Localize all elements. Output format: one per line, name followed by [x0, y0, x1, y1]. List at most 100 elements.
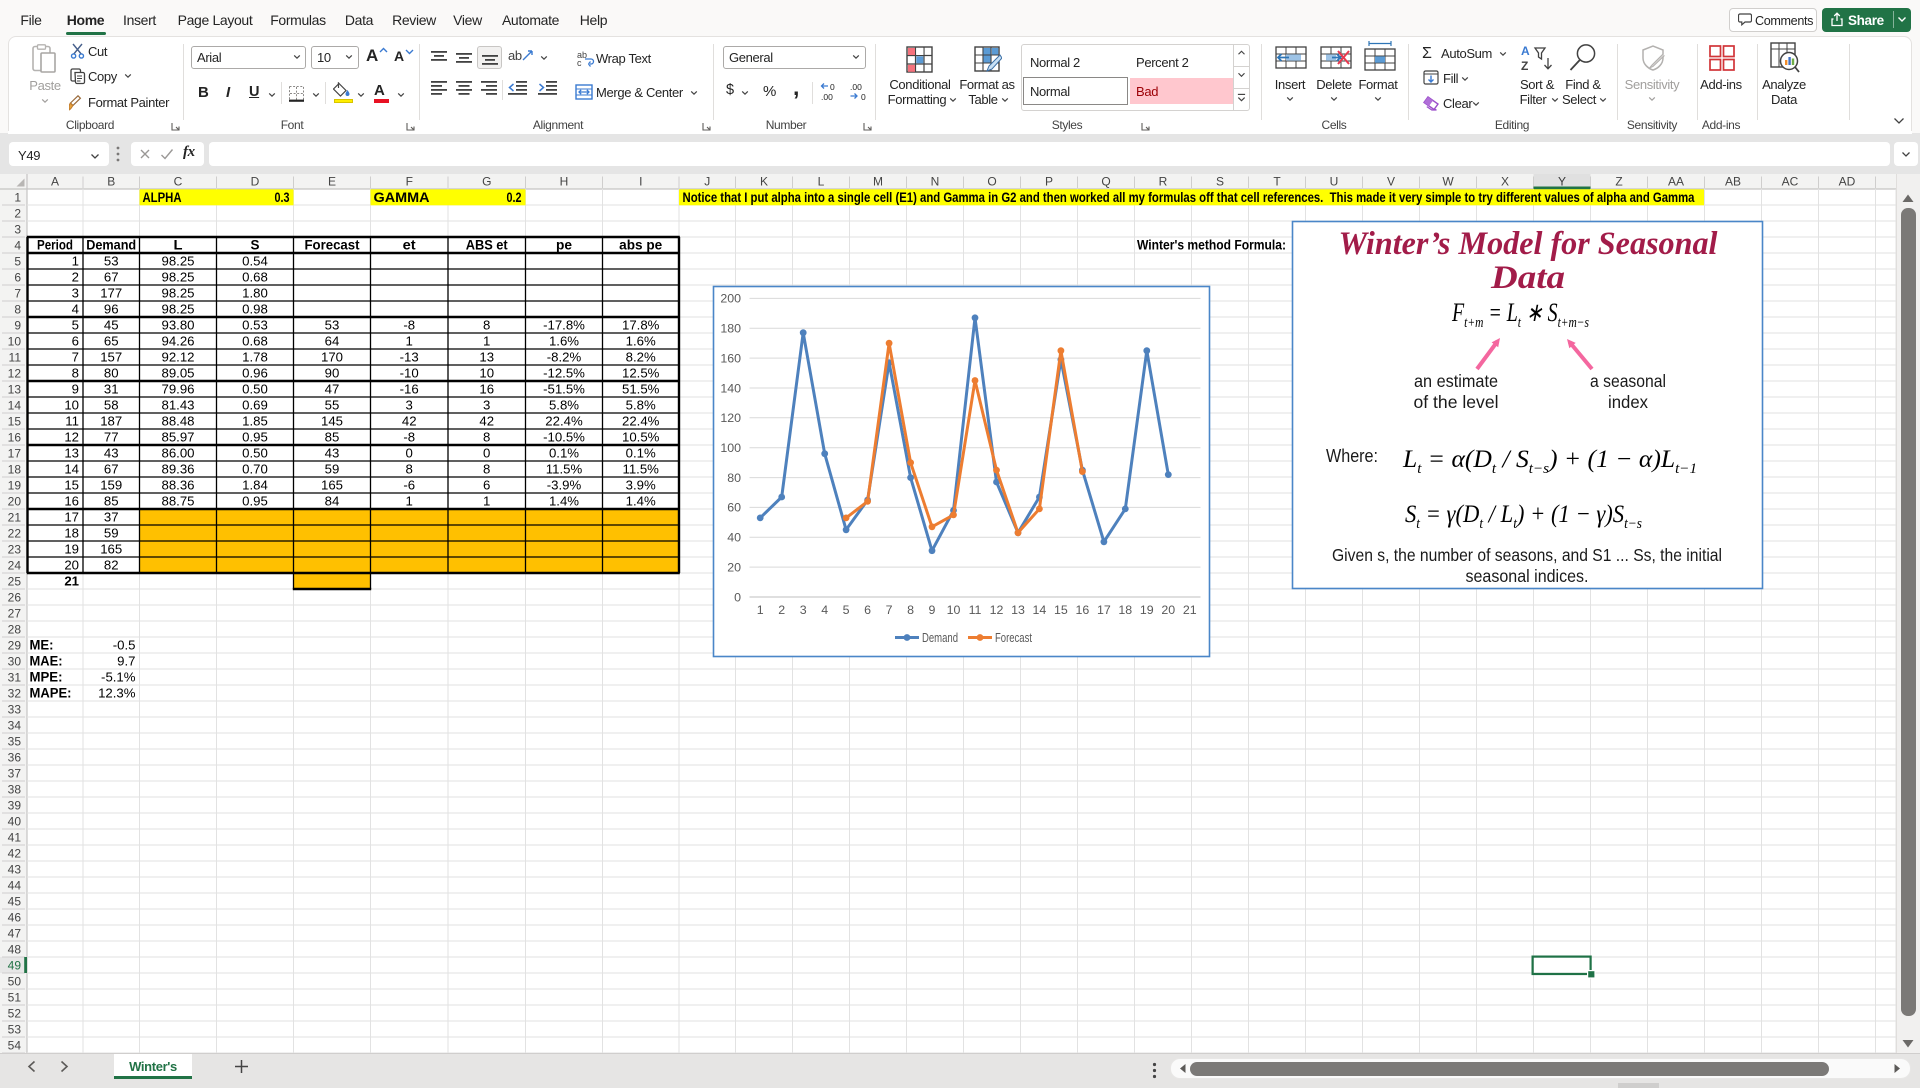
svg-text:67: 67	[104, 270, 119, 285]
svg-text:40: 40	[727, 531, 741, 545]
svg-text:N: N	[931, 175, 940, 189]
svg-text:11: 11	[969, 603, 982, 617]
svg-text:0: 0	[734, 590, 741, 604]
svg-text:25: 25	[8, 575, 22, 589]
svg-text:160: 160	[720, 351, 741, 365]
svg-text:V: V	[1387, 175, 1395, 189]
svg-text:88.75: 88.75	[161, 494, 194, 509]
svg-text:18: 18	[8, 463, 22, 477]
svg-text:38: 38	[8, 783, 22, 797]
svg-text:1.80: 1.80	[242, 286, 268, 301]
svg-text:37: 37	[8, 767, 22, 781]
svg-text:0: 0	[406, 446, 413, 461]
svg-text:18: 18	[64, 526, 79, 541]
svg-text:27: 27	[8, 607, 22, 621]
svg-text:AB: AB	[1725, 175, 1741, 189]
svg-text:23: 23	[8, 543, 22, 557]
svg-text:L: L	[174, 238, 183, 253]
svg-text:-16: -16	[400, 382, 419, 397]
svg-text:Winter’s Model for Seasonal: Winter’s Model for Seasonal	[1339, 226, 1719, 262]
svg-text:-10: -10	[400, 366, 419, 381]
svg-text:8: 8	[406, 462, 413, 477]
svg-text:13: 13	[1011, 603, 1025, 617]
svg-text:59: 59	[325, 462, 340, 477]
svg-text:8: 8	[72, 366, 79, 381]
svg-text:53: 53	[104, 254, 119, 269]
svg-text:51: 51	[8, 991, 22, 1005]
svg-text:8: 8	[483, 462, 490, 477]
svg-text:98.25: 98.25	[161, 254, 194, 269]
svg-text:Period: Period	[37, 238, 73, 253]
svg-text:1: 1	[483, 494, 490, 509]
svg-text:AD: AD	[1839, 175, 1856, 189]
svg-text:77: 77	[104, 430, 119, 445]
svg-text:90: 90	[325, 366, 340, 381]
svg-text:98.25: 98.25	[161, 270, 194, 285]
svg-text:6: 6	[72, 334, 79, 349]
svg-text:16: 16	[479, 382, 494, 397]
svg-text:Z: Z	[1615, 175, 1622, 189]
svg-text:165: 165	[100, 542, 122, 557]
svg-text:28: 28	[8, 623, 22, 637]
svg-text:3.9%: 3.9%	[626, 478, 656, 493]
svg-text:84: 84	[325, 494, 340, 509]
svg-text:9.7: 9.7	[117, 654, 135, 669]
svg-text:8.2%: 8.2%	[626, 350, 656, 365]
svg-text:43: 43	[104, 446, 119, 461]
svg-text:55: 55	[325, 398, 340, 413]
svg-text:36: 36	[8, 751, 22, 765]
svg-text:1: 1	[72, 254, 79, 269]
svg-text:O: O	[987, 175, 996, 189]
svg-text:0: 0	[483, 446, 490, 461]
svg-text:16: 16	[1076, 603, 1090, 617]
svg-text:18: 18	[1118, 603, 1132, 617]
svg-text:85: 85	[325, 430, 340, 445]
svg-text:19: 19	[64, 542, 79, 557]
svg-text:5.8%: 5.8%	[626, 398, 656, 413]
svg-text:10: 10	[64, 398, 79, 413]
svg-text:43: 43	[325, 446, 340, 461]
svg-text:0.1%: 0.1%	[626, 446, 656, 461]
svg-text:0.98: 0.98	[242, 302, 268, 317]
svg-text:Demand: Demand	[86, 238, 136, 253]
svg-text:Lt = α(Dt / St−s) + (1 − α)Lt−: Lt = α(Dt / St−s) + (1 − α)Lt−1	[1402, 444, 1697, 477]
svg-text:11.5%: 11.5%	[622, 462, 659, 477]
svg-text:47: 47	[8, 927, 22, 941]
svg-text:1: 1	[406, 334, 413, 349]
svg-text:19: 19	[8, 479, 22, 493]
svg-text:58: 58	[104, 398, 119, 413]
svg-text:22.4%: 22.4%	[622, 414, 660, 429]
svg-text:19: 19	[1140, 603, 1154, 617]
svg-text:3: 3	[72, 286, 79, 301]
svg-text:20: 20	[64, 558, 79, 573]
svg-text:93.80: 93.80	[161, 318, 194, 333]
svg-text:1: 1	[757, 603, 764, 617]
svg-text:22: 22	[8, 527, 22, 541]
svg-text:0.1%: 0.1%	[549, 446, 579, 461]
svg-text:0.69: 0.69	[242, 398, 268, 413]
svg-text:0.70: 0.70	[242, 462, 268, 477]
svg-text:92.12: 92.12	[161, 350, 194, 365]
svg-text:17: 17	[64, 510, 79, 525]
svg-text:20: 20	[8, 495, 22, 509]
svg-text:10: 10	[479, 366, 494, 381]
svg-text:32: 32	[8, 687, 22, 701]
svg-text:200: 200	[720, 292, 741, 306]
svg-text:Notice that I put alpha into a: Notice that I put alpha into a single ce…	[683, 190, 1695, 205]
svg-text:17: 17	[1097, 603, 1111, 617]
svg-text:3: 3	[483, 398, 490, 413]
svg-text:53: 53	[325, 318, 340, 333]
svg-text:9: 9	[929, 603, 936, 617]
svg-text:-10.5%: -10.5%	[543, 430, 585, 445]
svg-text:S: S	[251, 238, 260, 253]
svg-text:Q: Q	[1101, 175, 1110, 189]
svg-text:3: 3	[406, 398, 413, 413]
svg-text:-12.5%: -12.5%	[543, 366, 585, 381]
svg-text:1.6%: 1.6%	[549, 334, 579, 349]
svg-text:177: 177	[100, 286, 122, 301]
svg-text:0.95: 0.95	[242, 430, 268, 445]
svg-text:65: 65	[104, 334, 119, 349]
svg-text:120: 120	[720, 411, 741, 425]
svg-text:42: 42	[479, 414, 494, 429]
svg-text:Y: Y	[1558, 175, 1566, 189]
